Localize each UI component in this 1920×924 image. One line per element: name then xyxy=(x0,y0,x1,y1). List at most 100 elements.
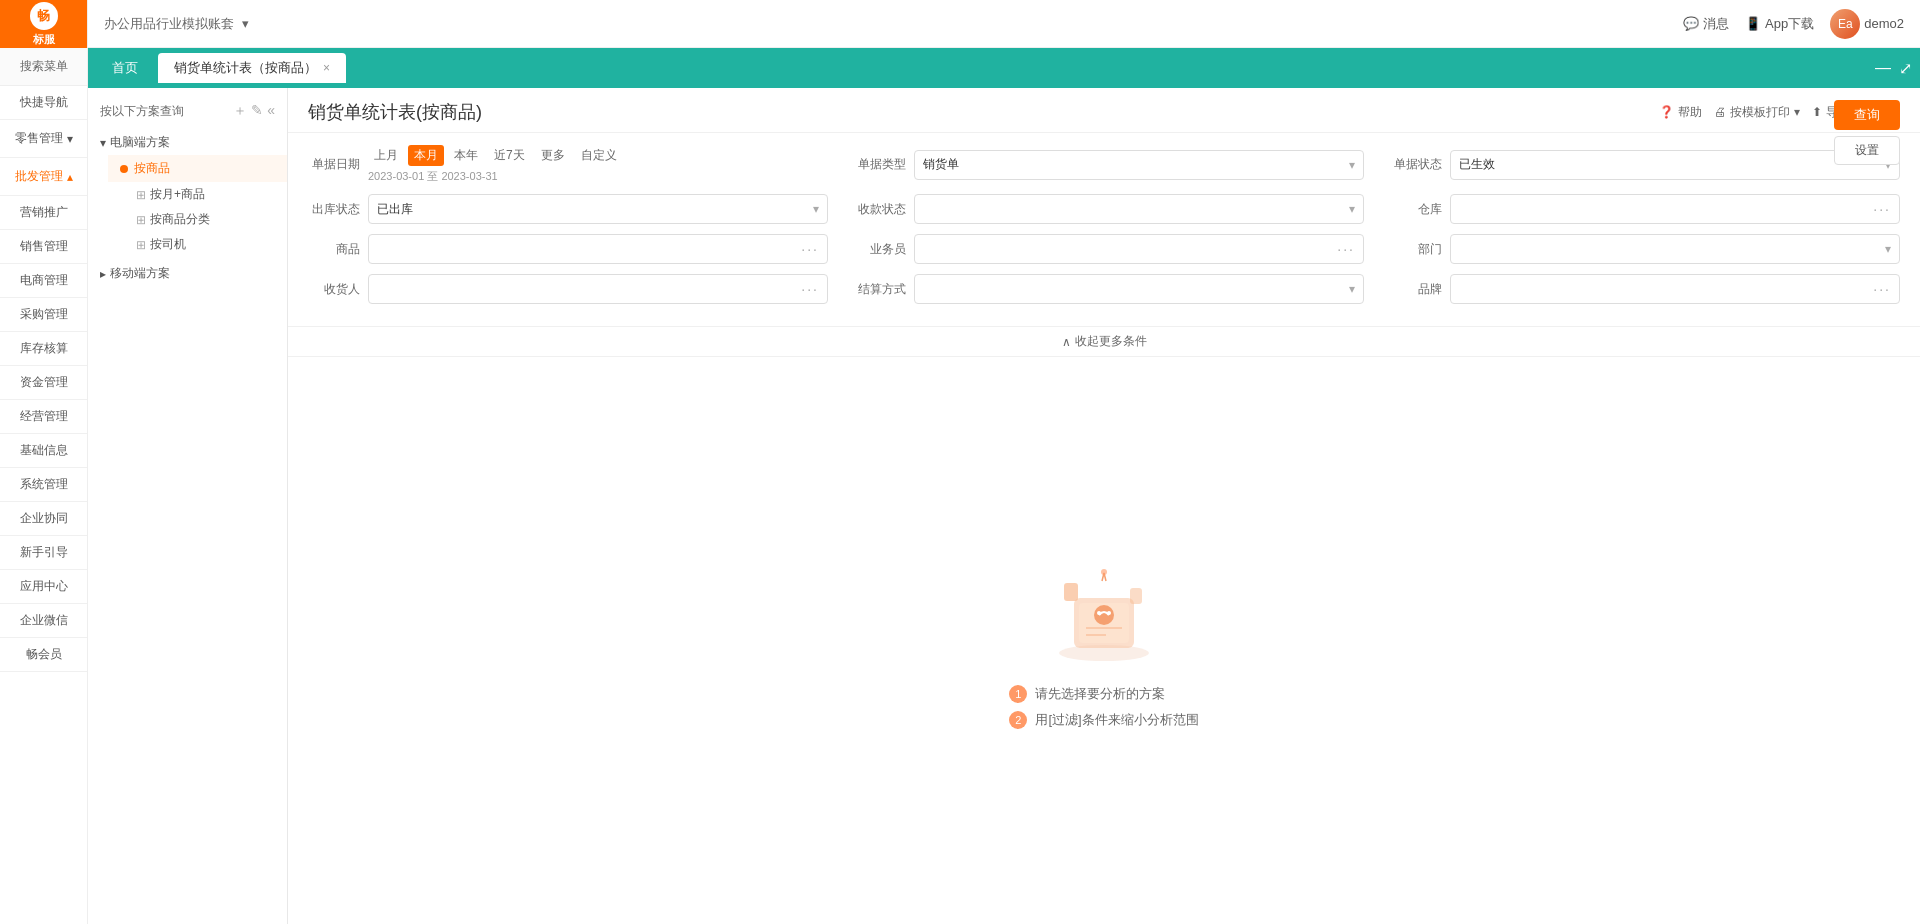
doc-status-value: 已生效 xyxy=(1459,156,1495,173)
scheme-item-by-printer[interactable]: ⊞ 按司机 xyxy=(108,232,287,257)
user-profile-btn[interactable]: Ea demo2 xyxy=(1830,9,1904,39)
scheme-item-by-product[interactable]: 按商品 xyxy=(108,155,287,182)
sidebar-item-appcenter[interactable]: 应用中心 xyxy=(0,570,87,604)
sales-label: 销售管理 xyxy=(20,238,68,255)
search-menu[interactable]: 搜索菜单 xyxy=(0,48,87,86)
retail-label: 零售管理 xyxy=(15,130,63,147)
date-tab-this-month[interactable]: 本月 xyxy=(408,145,444,166)
print-dropdown-icon: ▾ xyxy=(1794,105,1800,119)
fp-add-icon[interactable]: ＋ xyxy=(233,102,247,120)
filter-row-2: 出库状态 已出库 ▾ 收款状态 ▾ xyxy=(308,194,1900,224)
sidebar-item-system[interactable]: 系统管理 xyxy=(0,468,87,502)
scheme-group-mobile-title[interactable]: ▸ 移动端方案 xyxy=(88,261,287,286)
help-icon: ❓ xyxy=(1659,105,1674,119)
payment-field: 结算方式 ▾ xyxy=(844,274,1364,304)
doc-type-control[interactable]: 销货单 ▾ xyxy=(914,150,1364,180)
brand-control[interactable]: ··· xyxy=(1450,274,1900,304)
doc-status-control[interactable]: 已生效 ▾ xyxy=(1450,150,1900,180)
dept-label: 部门 xyxy=(1380,241,1450,258)
sidebar-item-marketing[interactable]: 营销推广 xyxy=(0,196,87,230)
date-tab-custom[interactable]: 自定义 xyxy=(575,145,623,166)
print-btn[interactable]: 🖨 按模板打印 ▾ xyxy=(1714,104,1800,121)
app-download-btn[interactable]: 📱 App下载 xyxy=(1745,15,1814,33)
tab-home[interactable]: 首页 xyxy=(96,53,154,83)
sidebar-item-wholesale[interactable]: 批发管理 ▴ xyxy=(0,158,87,196)
enterprise-label: 企业协同 xyxy=(20,510,68,527)
product-dots: ··· xyxy=(801,241,819,257)
filter-panel-header: 按以下方案查询 ＋ ✎ « xyxy=(88,96,287,126)
logo-icon: 畅 xyxy=(30,2,58,30)
wholesale-arrow-icon: ▴ xyxy=(67,170,73,184)
fp-collapse-icon[interactable]: « xyxy=(267,102,275,120)
out-status-control[interactable]: 已出库 ▾ xyxy=(368,194,828,224)
sidebar-item-finance[interactable]: 资金管理 xyxy=(0,366,87,400)
guide-label: 新手引导 xyxy=(20,544,68,561)
sidebar-item-wechat[interactable]: 企业微信 xyxy=(0,604,87,638)
product-control[interactable]: ··· xyxy=(368,234,828,264)
sidebar-item-purchase[interactable]: 采购管理 xyxy=(0,298,87,332)
sidebar-item-guide[interactable]: 新手引导 xyxy=(0,536,87,570)
purchase-label: 采购管理 xyxy=(20,306,68,323)
sidebar-item-sales[interactable]: 销售管理 xyxy=(0,230,87,264)
sidebar-item-basic[interactable]: 基础信息 xyxy=(0,434,87,468)
sidebar-item-ecommerce[interactable]: 电商管理 xyxy=(0,264,87,298)
sidebar-item-enterprise[interactable]: 企业协同 xyxy=(0,502,87,536)
sidebar-item-quicknav[interactable]: 快捷导航 xyxy=(0,86,87,120)
dept-arrow: ▾ xyxy=(1885,242,1891,256)
date-tab-more[interactable]: 更多 xyxy=(535,145,571,166)
salesman-field: 业务员 ··· xyxy=(844,234,1364,264)
tab-minimize-icon[interactable]: — xyxy=(1875,59,1891,77)
tab-sales-stat[interactable]: 销货单统计表（按商品） × xyxy=(158,53,346,83)
salesman-control[interactable]: ··· xyxy=(914,234,1364,264)
filter-row-3: 商品 ··· 业务员 ··· xyxy=(308,234,1900,264)
help-btn[interactable]: ❓ 帮助 xyxy=(1659,104,1702,121)
message-label: 消息 xyxy=(1703,15,1729,33)
out-status-value: 已出库 xyxy=(377,201,413,218)
tab-maximize-icon[interactable]: ⤢ xyxy=(1899,59,1912,78)
member-label: 畅会员 xyxy=(26,646,62,663)
settings-button[interactable]: 设置 xyxy=(1834,136,1900,165)
message-btn[interactable]: 💬 消息 xyxy=(1683,15,1729,33)
dept-control[interactable]: ▾ xyxy=(1450,234,1900,264)
scheme-group-desktop: ▾ 电脑端方案 按商品 ⊞ 按月+商品 ⊞ 按商品分类 xyxy=(88,130,287,257)
payment-control[interactable]: ▾ xyxy=(914,274,1364,304)
fp-edit-icon[interactable]: ✎ xyxy=(251,102,263,120)
tab-close-icon[interactable]: × xyxy=(323,61,330,75)
date-tab-7days[interactable]: 近7天 xyxy=(488,145,531,166)
query-button[interactable]: 查询 xyxy=(1834,100,1900,130)
warehouse-control[interactable]: ··· xyxy=(1450,194,1900,224)
sidebar-item-retail[interactable]: 零售管理 ▾ xyxy=(0,120,87,158)
scheme-items-desktop: 按商品 ⊞ 按月+商品 ⊞ 按商品分类 ⊞ 按司机 xyxy=(88,155,287,257)
date-tab-last-month[interactable]: 上月 xyxy=(368,145,404,166)
collapse-row[interactable]: ∧ 收起更多条件 xyxy=(288,327,1920,357)
logo-text: 畅 xyxy=(37,7,50,25)
content-area: 按以下方案查询 ＋ ✎ « ▾ 电脑端方案 按商品 xyxy=(88,88,1920,924)
receiver-label: 收货人 xyxy=(308,281,368,298)
warehouse-field: 仓库 ··· xyxy=(1380,194,1900,224)
svg-point-5 xyxy=(1107,611,1111,615)
collapse-label: 收起更多条件 xyxy=(1075,333,1147,350)
date-tab-this-year[interactable]: 本年 xyxy=(448,145,484,166)
scheme-by-product-label: 按商品 xyxy=(134,160,170,177)
collapse-btn[interactable]: ∧ 收起更多条件 xyxy=(1062,333,1147,350)
receipt-status-control[interactable]: ▾ xyxy=(914,194,1364,224)
print-icon: 🖨 xyxy=(1714,105,1726,119)
receiver-field: 收货人 ··· xyxy=(308,274,828,304)
workspace-dropdown-icon[interactable]: ▾ xyxy=(242,16,249,31)
doc-type-arrow: ▾ xyxy=(1349,158,1355,172)
quicknav-label: 快捷导航 xyxy=(20,94,68,111)
sidebar-item-operations[interactable]: 经营管理 xyxy=(0,400,87,434)
mobile-group-label: 移动端方案 xyxy=(110,265,170,282)
action-buttons: 查询 设置 xyxy=(1834,100,1900,165)
receipt-status-arrow: ▾ xyxy=(1349,202,1355,216)
grid3-icon: ⊞ xyxy=(136,238,146,252)
sidebar-item-inventory[interactable]: 库存核算 xyxy=(0,332,87,366)
ecommerce-label: 电商管理 xyxy=(20,272,68,289)
dept-field: 部门 ▾ xyxy=(1380,234,1900,264)
scheme-item-by-month-product[interactable]: ⊞ 按月+商品 xyxy=(108,182,287,207)
scheme-item-by-category[interactable]: ⊞ 按商品分类 xyxy=(108,207,287,232)
out-status-label: 出库状态 xyxy=(308,201,368,218)
receiver-control[interactable]: ··· xyxy=(368,274,828,304)
sidebar-item-member[interactable]: 畅会员 xyxy=(0,638,87,672)
scheme-group-desktop-title[interactable]: ▾ 电脑端方案 xyxy=(88,130,287,155)
